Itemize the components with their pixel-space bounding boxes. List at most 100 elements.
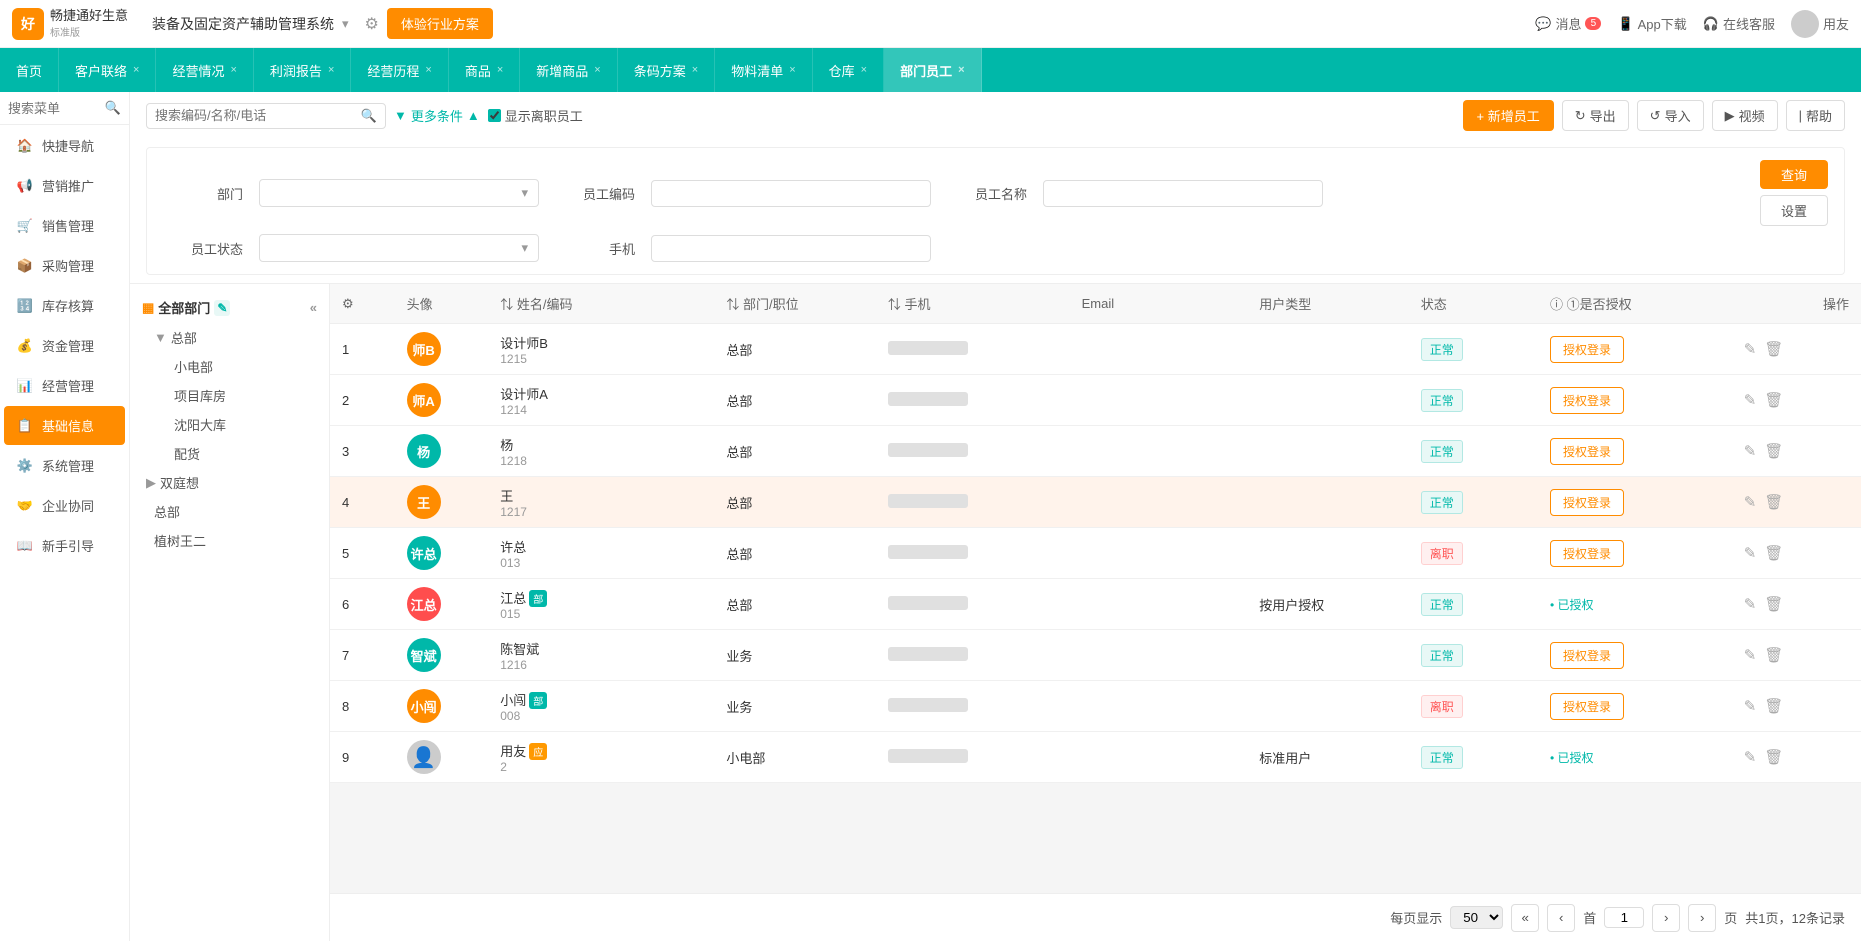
query-button[interactable]: 查询 [1760, 160, 1828, 189]
dept-tree-header[interactable]: ▦ 全部部门 ✎ « [138, 292, 321, 323]
edit-icon[interactable]: ✎ [1744, 442, 1757, 460]
edit-icon[interactable]: ✎ [1744, 391, 1757, 409]
close-icon[interactable]: × [230, 64, 236, 76]
sidebar-item-basic-info[interactable]: 📋 基础信息 [4, 406, 125, 445]
close-icon[interactable]: × [594, 64, 600, 76]
collapse-icon[interactable]: « [310, 300, 317, 315]
first-page-btn[interactable]: « [1511, 904, 1539, 932]
delete-icon[interactable]: 🗑 [1764, 544, 1783, 562]
delete-icon[interactable]: 🗑 [1764, 697, 1783, 715]
delete-icon[interactable]: 🗑 [1764, 442, 1783, 460]
close-icon[interactable]: × [789, 64, 795, 76]
export-button[interactable]: ↻ 导出 [1562, 100, 1629, 131]
edit-icon[interactable]: ✎ [1744, 493, 1757, 511]
sidebar-item-marketing[interactable]: 📢 营销推广 [4, 166, 125, 205]
search-input[interactable] [155, 108, 361, 123]
trial-button[interactable]: 体验行业方案 [387, 8, 493, 39]
close-icon[interactable]: × [497, 64, 503, 76]
user-menu[interactable]: 用友 [1791, 10, 1849, 38]
delete-icon[interactable]: 🗑 [1764, 493, 1783, 511]
auth-login-btn[interactable]: 授权登录 [1550, 438, 1624, 465]
auth-login-btn[interactable]: 授权登录 [1550, 489, 1624, 516]
close-icon[interactable]: × [425, 64, 431, 76]
delete-icon[interactable]: 🗑 [1764, 646, 1783, 664]
delete-icon[interactable]: 🗑 [1764, 595, 1783, 613]
close-icon[interactable]: × [958, 64, 964, 76]
edit-icon[interactable]: ✎ [1744, 544, 1757, 562]
phone-input[interactable] [651, 235, 931, 262]
auth-login-btn[interactable]: 授权登录 [1550, 540, 1624, 567]
dept-filter-select[interactable]: ▾ [259, 179, 539, 207]
edit-icon[interactable]: ✎ [214, 300, 230, 316]
edit-icon[interactable]: ✎ [1744, 340, 1757, 358]
view-label: 视频 [1739, 106, 1765, 125]
edit-icon[interactable]: ✎ [1744, 697, 1757, 715]
delete-icon[interactable]: 🗑 [1764, 340, 1783, 358]
reset-button[interactable]: 设置 [1760, 195, 1828, 226]
sidebar-item-operations[interactable]: 📊 经营管理 [4, 366, 125, 405]
close-icon[interactable]: × [861, 64, 867, 76]
per-page-select[interactable]: 50 [1450, 906, 1503, 929]
tab-employees[interactable]: 部门员工 × [884, 48, 981, 92]
import-button[interactable]: ↺ 导入 [1637, 100, 1704, 131]
close-icon[interactable]: × [692, 64, 698, 76]
tab-barcode[interactable]: 条码方案 × [618, 48, 715, 92]
tab-operations[interactable]: 经营情况 × [156, 48, 253, 92]
sidebar-item-quick-nav[interactable]: 🏠 快捷导航 [4, 126, 125, 165]
last-page-btn[interactable]: › [1688, 904, 1716, 932]
auth-login-btn[interactable]: 授权登录 [1550, 693, 1624, 720]
close-icon[interactable]: × [328, 64, 334, 76]
prev-page-btn[interactable]: ‹ [1547, 904, 1575, 932]
dept-item-zongbu[interactable]: 总部 [138, 497, 321, 526]
message-action[interactable]: 💬 消息 5 [1535, 14, 1601, 33]
dept-item-delivery[interactable]: 配货 [146, 439, 321, 468]
sidebar-item-system[interactable]: ⚙️ 系统管理 [4, 446, 125, 485]
sidebar-item-collab[interactable]: 🤝 企业协同 [4, 486, 125, 525]
tab-add-goods[interactable]: 新增商品 × [520, 48, 617, 92]
edit-icon[interactable]: ✎ [1744, 748, 1757, 766]
next-page-btn[interactable]: › [1652, 904, 1680, 932]
sidebar-item-sales[interactable]: 🛒 销售管理 [4, 206, 125, 245]
delete-icon[interactable]: 🗑 [1764, 391, 1783, 409]
edit-icon[interactable]: ✎ [1744, 595, 1757, 613]
sidebar-item-purchase[interactable]: 📦 采购管理 [4, 246, 125, 285]
auth-login-btn[interactable]: 授权登录 [1550, 336, 1624, 363]
online-service-action[interactable]: 🎧 在线客服 [1703, 14, 1775, 33]
help-button[interactable]: | 帮助 [1786, 100, 1845, 131]
tab-goods[interactable]: 商品 × [449, 48, 520, 92]
dept-item-project[interactable]: 项目库房 [146, 381, 321, 410]
delete-icon[interactable]: 🗑 [1764, 748, 1783, 766]
sidebar-search-input[interactable] [8, 101, 101, 116]
dept-item-zhishu[interactable]: 植树王二 [138, 526, 321, 555]
emp-name-input[interactable] [1043, 180, 1323, 207]
dept-group-header-zongbu[interactable]: ▼ 总部 [146, 323, 321, 352]
tab-profit[interactable]: 利润报告 × [254, 48, 351, 92]
emp-code-input[interactable] [651, 180, 931, 207]
tab-bom[interactable]: 物料清单 × [715, 48, 812, 92]
status-select[interactable]: ▾ [259, 234, 539, 262]
view-button[interactable]: ▶ 视频 [1712, 100, 1778, 131]
dropdown-arrow[interactable]: ▾ [342, 16, 349, 32]
tab-warehouse[interactable]: 仓库 × [813, 48, 884, 92]
tab-customer[interactable]: 客户联络 × [59, 48, 156, 92]
app-download-action[interactable]: 📱 App下载 [1617, 14, 1686, 33]
tab-history[interactable]: 经营历程 × [351, 48, 448, 92]
show-resigned-checkbox[interactable] [488, 109, 501, 122]
auth-login-btn[interactable]: 授权登录 [1550, 642, 1624, 669]
close-icon[interactable]: × [133, 64, 139, 76]
page-input[interactable] [1604, 907, 1644, 928]
dept-item-shenyang[interactable]: 沈阳大库 [146, 410, 321, 439]
th-settings[interactable]: ⚙ [330, 284, 395, 324]
dept-group-header-shuangting[interactable]: ▶ 双庭想 [138, 468, 321, 497]
sidebar-item-guide[interactable]: 📖 新手引导 [4, 526, 125, 565]
gear-icon[interactable]: ⚙ [365, 14, 379, 34]
tab-home[interactable]: 首页 [0, 48, 59, 92]
sidebar-item-inventory[interactable]: 🔢 库存核算 [4, 286, 125, 325]
row-auth: • 已授权 [1538, 732, 1732, 783]
auth-login-btn[interactable]: 授权登录 [1550, 387, 1624, 414]
sidebar-item-finance[interactable]: 💰 资金管理 [4, 326, 125, 365]
more-filter-btn[interactable]: ▼ 更多条件 ▲ [394, 106, 480, 125]
edit-icon[interactable]: ✎ [1744, 646, 1757, 664]
dept-item-xiaodian[interactable]: 小电部 [146, 352, 321, 381]
add-employee-button[interactable]: + 新增员工 [1463, 100, 1554, 131]
